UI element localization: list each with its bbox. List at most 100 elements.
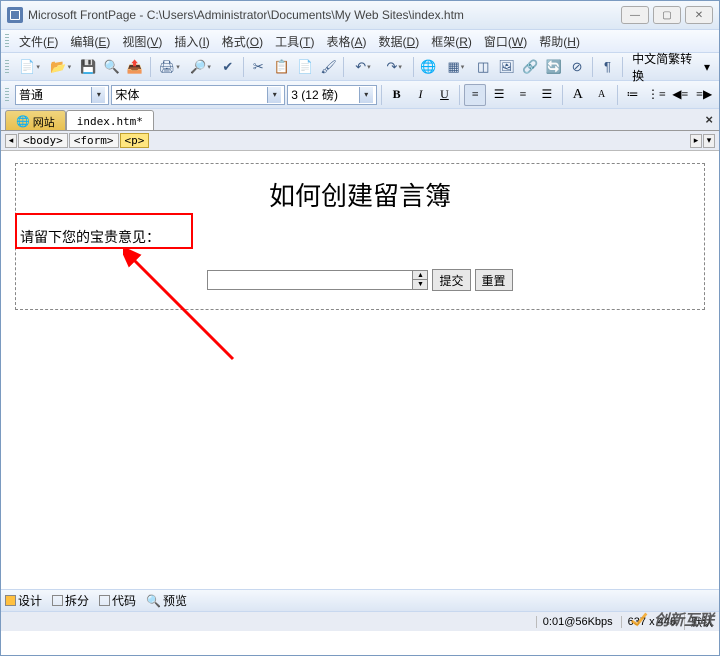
menu-tools[interactable]: 工具(T) [269,31,320,52]
menu-help[interactable]: 帮助(H) [533,31,586,52]
watermark: 创新互联 [628,608,714,630]
view-code-button[interactable]: 代码 [99,592,136,609]
standard-toolbar: 📄▾ 📂▾ 💾 🔍 📤 🖨▾ 🔎▾ ✔ ✂ 📋 📄 🖌 ↶▾ ↷▾ 🌐 ▦▾ ◫… [1,53,719,81]
menu-format[interactable]: 格式(O) [216,31,269,52]
stop-button[interactable]: ⊘ [566,56,587,78]
spinner-up-button[interactable]: ▲ [413,271,427,280]
lang-convert-button[interactable]: 中文简繁转换▾ [627,56,715,78]
reset-button[interactable]: 重置 [475,269,513,291]
copy-button[interactable]: 📋 [271,56,292,78]
outdent-button[interactable]: ◀≡ [669,84,691,106]
minimize-button[interactable]: — [621,6,649,24]
breadcrumb-p[interactable]: <p> [120,133,150,148]
paste-button[interactable]: 📄 [294,56,315,78]
refresh-button[interactable]: 🔄 [543,56,564,78]
separator [243,57,244,77]
size-combo[interactable]: 3 (12 磅)▾ [287,85,376,105]
numbered-list-button[interactable]: ≔ [622,84,644,106]
window-title: Microsoft FrontPage - C:\Users\Administr… [28,8,621,22]
view-preview-button[interactable]: 🔍预览 [146,592,187,609]
undo-button[interactable]: ↶▾ [348,56,377,78]
menu-view[interactable]: 视图(V) [116,31,168,52]
spinner-input[interactable]: ▲ ▼ [207,270,428,290]
page-heading[interactable]: 如何创建留言簿 [20,170,700,219]
breadcrumb-menu-button[interactable]: ▾ [703,134,715,148]
toolbar-grip[interactable] [5,34,9,48]
view-design-button[interactable]: 设计 [5,592,42,609]
window-controls: — ▢ ✕ [621,6,713,24]
spellcheck-button[interactable]: ✔ [217,56,238,78]
form-controls: ▲ ▼ 提交 重置 [20,269,700,291]
spinner-down-button[interactable]: ▼ [413,280,427,289]
menu-file[interactable]: 文件(F) [13,31,64,52]
indent-button[interactable]: ≡▶ [693,84,715,106]
redo-button[interactable]: ↷▾ [380,56,409,78]
save-button[interactable]: 💾 [77,56,98,78]
toolbar-grip[interactable] [5,60,9,74]
menu-insert[interactable]: 插入(I) [168,31,215,52]
print-button[interactable]: 🖨▾ [155,56,184,78]
toolbar-grip[interactable] [5,88,9,102]
close-button[interactable]: ✕ [685,6,713,24]
submit-button[interactable]: 提交 [432,269,470,291]
tab-index[interactable]: index.htm* [66,110,154,130]
separator [562,85,563,105]
bullet-list-button[interactable]: ⋮≡ [645,84,667,106]
tab-close-button[interactable]: × [705,112,713,127]
picture-button[interactable]: 🖼 [496,56,517,78]
separator [150,57,151,77]
menu-frame[interactable]: 框架(R) [425,31,478,52]
tab-website[interactable]: 🌐 网站 [5,110,66,130]
align-left-button[interactable]: ≡ [464,84,486,106]
italic-button[interactable]: I [410,84,432,106]
table-button[interactable]: ▦▾ [441,56,470,78]
globe-icon: 🌐 [16,115,30,128]
menu-bar: 文件(F) 编辑(E) 视图(V) 插入(I) 格式(O) 工具(T) 表格(A… [1,29,719,53]
align-justify-button[interactable]: ☰ [536,84,558,106]
search-button[interactable]: 🔍 [101,56,122,78]
underline-button[interactable]: U [433,84,455,106]
menu-window[interactable]: 窗口(W) [478,31,533,52]
tab-label: index.htm* [77,115,143,128]
menu-data[interactable]: 数据(D) [373,31,426,52]
menu-edit[interactable]: 编辑(E) [64,31,116,52]
open-button[interactable]: 📂▾ [46,56,75,78]
format-painter-button[interactable]: 🖌 [318,56,339,78]
editor-canvas[interactable]: 如何创建留言簿 请留下您的宝贵意见： ▲ ▼ 提交 重置 [1,151,719,589]
cut-button[interactable]: ✂ [248,56,269,78]
bold-button[interactable]: B [386,84,408,106]
annotation-highlight [15,213,193,249]
breadcrumb-body[interactable]: <body> [18,133,68,148]
font-combo[interactable]: 宋体▾ [111,85,285,105]
separator [413,57,414,77]
view-mode-bar: 设计 拆分 代码 🔍预览 [1,589,719,611]
view-split-button[interactable]: 拆分 [52,592,89,609]
maximize-button[interactable]: ▢ [653,6,681,24]
document-tabs: 🌐 网站 index.htm* × [1,109,719,131]
breadcrumb-form[interactable]: <form> [69,133,119,148]
separator [592,57,593,77]
menu-table[interactable]: 表格(A) [321,31,373,52]
style-combo[interactable]: 普通▾ [15,85,109,105]
spinner-text-field[interactable] [207,270,413,290]
decrease-font-button[interactable]: A [591,84,613,106]
separator [381,85,382,105]
hyperlink-button[interactable]: 🔗 [519,56,540,78]
align-center-button[interactable]: ☰ [488,84,510,106]
split-icon [52,595,63,606]
design-icon [5,595,16,606]
web-component-button[interactable]: 🌐 [418,56,439,78]
publish-button[interactable]: 📤 [124,56,145,78]
breadcrumb-prev-button[interactable]: ◂ [5,134,17,148]
preview-button[interactable]: 🔎▾ [186,56,215,78]
layer-button[interactable]: ◫ [472,56,493,78]
align-right-button[interactable]: ≡ [512,84,534,106]
watermark-icon [628,608,650,630]
new-button[interactable]: 📄▾ [15,56,44,78]
code-icon [99,595,110,606]
app-icon [7,7,23,23]
breadcrumb-next-button[interactable]: ▸ [690,134,702,148]
show-all-button[interactable]: ¶ [597,56,618,78]
increase-font-button[interactable]: A [567,84,589,106]
title-bar: Microsoft FrontPage - C:\Users\Administr… [1,1,719,29]
